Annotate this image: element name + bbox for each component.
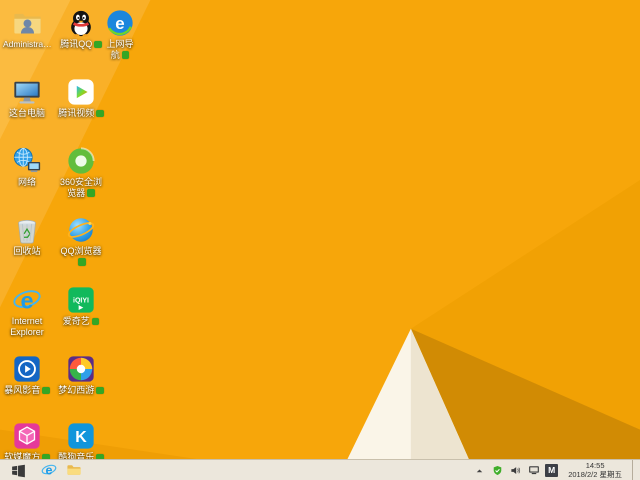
chevron-up-icon — [476, 468, 483, 472]
planet-browser-icon — [67, 218, 95, 242]
hidden-icons-arrow-button[interactable] — [473, 462, 486, 478]
input-method-indicator[interactable]: M — [545, 463, 559, 477]
desktop-icon-iqiyi[interactable]: iQIYI 爱奇艺 — [57, 285, 105, 327]
user-folder-icon — [14, 13, 41, 34]
icon-label: 网络 — [17, 177, 36, 187]
icon-label: Administra… — [3, 39, 52, 49]
recommended-badge-icon — [87, 189, 95, 197]
desktop-icon-network[interactable]: 网络 — [3, 146, 51, 188]
volume-tray-icon[interactable] — [509, 462, 522, 478]
security-tray-icon[interactable] — [491, 462, 504, 478]
network-monitor-icon — [528, 466, 539, 475]
recycle-bin-icon — [18, 219, 36, 244]
icon-label: QQ浏览器 — [57, 246, 105, 267]
computer-monitor-icon — [14, 81, 40, 104]
windows-logo-icon — [11, 464, 25, 477]
kugou-k-icon: K — [68, 423, 94, 449]
clock[interactable]: 14:55 2018/2/2 星期五 — [563, 461, 627, 479]
desktop-icon-tencent-video[interactable]: 腾讯视频 — [57, 77, 105, 119]
clock-date: 2018/2/2 星期五 — [568, 470, 622, 479]
system-tray: M 14:55 2018/2/2 星期五 — [473, 460, 640, 480]
desktop-icon-kugou-music[interactable]: K 酷狗音乐 — [57, 421, 105, 463]
ie-e-icon: e — [41, 464, 56, 478]
browser-e-icon: e — [107, 10, 133, 36]
recommended-badge-icon — [96, 109, 104, 117]
icon-label: 上网导航 — [106, 39, 134, 60]
show-desktop-button[interactable] — [632, 460, 638, 480]
taskbar: e M 14:55 2018/2/2 星期五 — [0, 459, 640, 480]
recommended-badge-icon — [42, 386, 50, 394]
icon-label: Internet Explorer — [10, 316, 44, 337]
svg-text:e: e — [20, 287, 33, 313]
taskbar-internet-explorer-button[interactable]: e — [36, 460, 61, 480]
icon-label: 梦幻西游 — [57, 385, 105, 396]
folder-icon — [66, 465, 81, 475]
desktop-icon-internet-explorer[interactable]: e Internet Explorer — [3, 285, 51, 337]
clock-time: 14:55 — [585, 461, 605, 470]
desktop-icon-this-pc[interactable]: 这台电脑 — [3, 77, 51, 119]
media-player-icon — [14, 356, 40, 382]
svg-text:iQIYI: iQIYI — [73, 297, 89, 304]
desktop-icon-360-secure-browser[interactable]: 360安全浏览器 — [57, 146, 105, 198]
svg-text:K: K — [75, 429, 87, 446]
desktop[interactable]: Administra… 腾讯QQ e 上网导航 这台电脑 腾讯视频 网络 360… — [0, 0, 640, 480]
desktop-icon-menghuan-game[interactable]: 梦幻西游 — [57, 354, 105, 396]
desktop-icon-administrator[interactable]: Administra… — [3, 8, 52, 50]
icon-label: 360安全浏览器 — [59, 177, 103, 198]
desktop-icon-ruanmei-mofang[interactable]: 软媒魔方 — [3, 421, 51, 463]
recommended-badge-icon — [121, 51, 130, 59]
recommended-badge-icon — [91, 317, 100, 325]
speaker-icon — [511, 466, 521, 474]
recommended-badge-icon — [78, 258, 86, 266]
desktop-icon-web-navigation[interactable]: e 上网导航 — [97, 8, 143, 60]
icon-label: 腾讯视频 — [57, 108, 105, 119]
taskbar-file-explorer-button[interactable] — [61, 460, 86, 480]
green-browser-ring-icon — [68, 147, 95, 174]
game-tile-icon — [68, 356, 94, 382]
desktop-icon-recycle-bin[interactable]: 回收站 — [3, 215, 51, 257]
desktop-icon-storm-player[interactable]: 暴风影音 — [3, 354, 51, 396]
svg-text:e: e — [45, 464, 52, 478]
icon-label: 爱奇艺 — [57, 316, 105, 327]
shield-icon — [493, 465, 502, 475]
desktop-icon-qq-browser[interactable]: QQ浏览器 — [57, 215, 105, 267]
iqiyi-logo-icon: iQIYI — [68, 287, 94, 313]
svg-text:e: e — [115, 14, 124, 33]
icon-label: 回收站 — [13, 246, 41, 256]
ie-e-icon: e — [13, 287, 41, 313]
network-tray-icon[interactable] — [527, 462, 540, 478]
recommended-badge-icon — [96, 386, 104, 394]
start-button[interactable] — [0, 460, 36, 480]
icon-label: 暴风影音 — [3, 385, 51, 396]
cube-icon — [14, 423, 40, 449]
icon-label: 这台电脑 — [8, 108, 45, 118]
qq-penguin-icon — [71, 10, 91, 37]
play-triangle-icon — [68, 79, 94, 105]
globe-network-icon — [13, 147, 41, 173]
